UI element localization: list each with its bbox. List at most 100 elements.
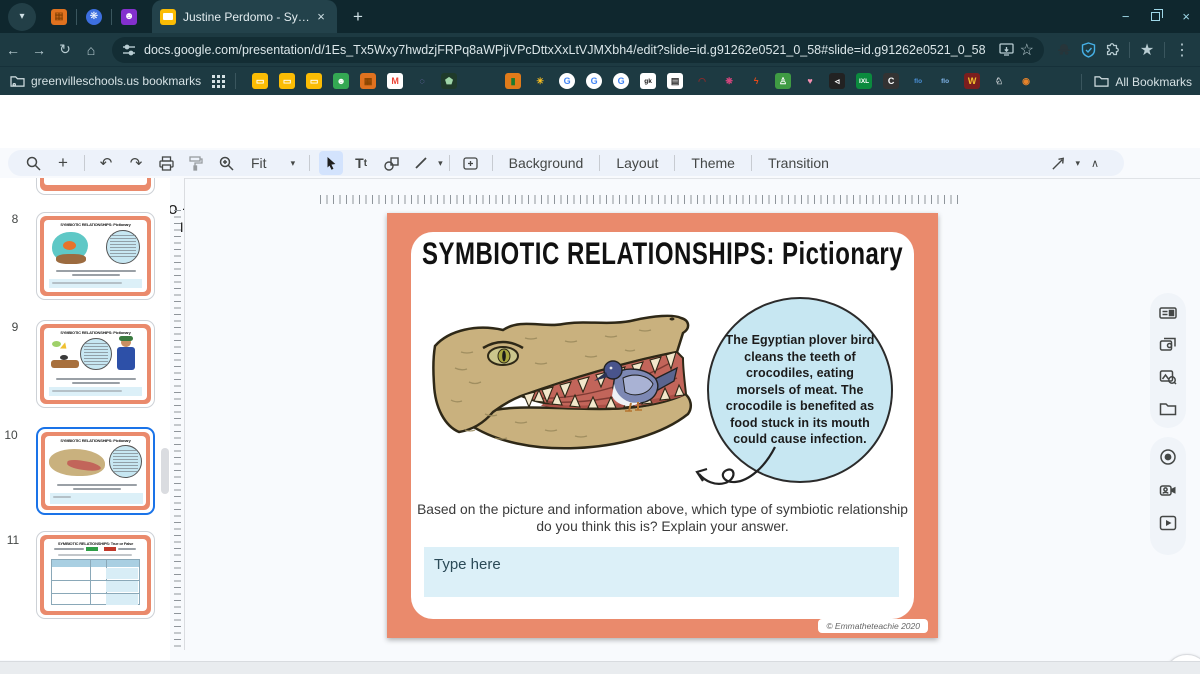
- active-tab[interactable]: Justine Perdomo - Symbiotic R ×: [152, 0, 337, 33]
- bookmark-purple-ring[interactable]: ◌: [414, 73, 430, 89]
- new-slide-icon[interactable]: +: [51, 151, 75, 175]
- line-caret-icon[interactable]: ▾: [438, 158, 443, 169]
- all-bookmarks[interactable]: All Bookmarks: [1075, 67, 1192, 96]
- reload-button[interactable]: ↻: [52, 37, 78, 63]
- record-icon[interactable]: [1158, 447, 1178, 467]
- print-icon[interactable]: [154, 151, 178, 175]
- bookmarks-folder-label[interactable]: greenvilleschools.us bookmarks: [31, 74, 201, 88]
- bookmark-flo-2[interactable]: flo: [937, 73, 953, 89]
- bookmark-flame[interactable]: ϟ: [748, 73, 764, 89]
- bookmark-unity[interactable]: ◃: [829, 73, 846, 89]
- bookmark-dark-c[interactable]: C: [883, 73, 900, 89]
- search-menus-icon[interactable]: [21, 151, 45, 175]
- pointer-caret-icon[interactable]: ▾: [1075, 158, 1080, 169]
- collapse-menus-icon[interactable]: ∧: [1083, 151, 1107, 175]
- bookmark-wf[interactable]: W: [964, 73, 981, 89]
- answer-textbox[interactable]: Type here: [424, 547, 899, 597]
- bookmark-figure[interactable]: ♘: [991, 73, 1007, 89]
- bookmark-bird[interactable]: ❋: [721, 73, 737, 89]
- insert-placeholder-icon[interactable]: [459, 151, 483, 175]
- line-tool-icon[interactable]: [409, 151, 433, 175]
- slide-10-thumbnail-selected[interactable]: SYMBIOTIC RELATIONSHIPS: Pictionary: [36, 427, 155, 515]
- bookmark-green-char[interactable]: ♙: [775, 73, 792, 89]
- layout-button[interactable]: Layout: [606, 153, 668, 173]
- home-button[interactable]: ⌂: [78, 37, 104, 63]
- crocodile-plover-illustration[interactable]: [425, 308, 700, 488]
- bookmark-pink-bear[interactable]: ♥: [802, 73, 818, 89]
- pinned-tab-hand[interactable]: ❋: [77, 0, 111, 33]
- bookmark-ixl[interactable]: IXL: [856, 73, 873, 89]
- zoom-select[interactable]: Fit: [241, 153, 277, 173]
- filmstrip-scrollbar[interactable]: [161, 448, 169, 494]
- bookmark-google-1[interactable]: G: [559, 73, 576, 89]
- bookmark-orange-green[interactable]: ▮: [505, 73, 522, 89]
- browser-menu-icon[interactable]: ⋮: [1170, 40, 1194, 60]
- back-button[interactable]: ←: [0, 37, 26, 63]
- extension-shield-icon[interactable]: [1076, 41, 1100, 58]
- bookmark-walmart[interactable]: ✳: [532, 73, 548, 89]
- close-button[interactable]: ×: [1182, 9, 1190, 24]
- apps-grid-icon[interactable]: [207, 74, 229, 88]
- minimize-button[interactable]: −: [1122, 9, 1130, 24]
- all-bookmarks-folder-icon: [1094, 76, 1109, 87]
- laser-pointer-icon[interactable]: [1046, 151, 1070, 175]
- bookmark-gmail[interactable]: M: [387, 73, 404, 89]
- forward-button[interactable]: →: [26, 37, 52, 63]
- zoom-caret-icon[interactable]: ▾: [291, 158, 296, 169]
- bookmark-star-icon[interactable]: ☆: [1020, 40, 1034, 60]
- slides-header: Justine Perdomo - Symbiotic Relationship…: [0, 95, 1200, 235]
- background-button[interactable]: Background: [499, 153, 594, 173]
- bookmark-printer[interactable]: ▤: [667, 73, 684, 89]
- new-tab-button[interactable]: +: [345, 4, 371, 30]
- bookmark-dark-arc[interactable]: ◠: [694, 73, 710, 89]
- folder-icon[interactable]: [1158, 399, 1178, 418]
- bookmark-classroom[interactable]: ☻: [333, 73, 350, 89]
- transition-button[interactable]: Transition: [758, 153, 839, 173]
- address-bar[interactable]: docs.google.com/presentation/d/1Es_Tx5Wx…: [112, 36, 1044, 63]
- restore-button[interactable]: [1151, 9, 1164, 21]
- bookmark-orange-pixel[interactable]: ▦: [360, 73, 377, 89]
- pinned-tab-contacts[interactable]: ☻: [112, 0, 146, 33]
- bookmark-dark-lock[interactable]: ⬟: [441, 73, 458, 89]
- squiggle-arrow: [695, 446, 776, 485]
- slide-number: 10: [4, 428, 18, 442]
- slide-title[interactable]: SYMBIOTIC RELATIONSHIPS: Pictionary: [387, 237, 938, 273]
- bookmark-slides-3[interactable]: ▭: [306, 73, 323, 89]
- bookmark-gk[interactable]: gk: [640, 73, 657, 89]
- mini-mosquito: [60, 355, 68, 360]
- slide-9-thumbnail[interactable]: SYMBIOTIC RELATIONSHIPS: Pictionary: [36, 320, 155, 408]
- tab-search-button[interactable]: ▾: [8, 2, 36, 31]
- extensions-puzzle-icon[interactable]: [1100, 42, 1124, 58]
- video-camera-icon[interactable]: [1158, 480, 1178, 500]
- photo-stack-icon[interactable]: [1158, 335, 1178, 354]
- pinned-extension-star-icon[interactable]: ★: [1135, 40, 1159, 60]
- slide-editor-page[interactable]: SYMBIOTIC RELATIONSHIPS: Pictionary The …: [387, 213, 938, 638]
- redo-icon[interactable]: ↷: [124, 151, 148, 175]
- bookmark-donut[interactable]: ◉: [1018, 73, 1034, 89]
- tab-close-icon[interactable]: ×: [313, 9, 329, 25]
- bookmark-slides-2[interactable]: ▭: [279, 73, 296, 89]
- zoom-icon[interactable]: [214, 151, 238, 175]
- pinned-tab-orange[interactable]: ▦: [42, 0, 76, 33]
- theme-button[interactable]: Theme: [681, 153, 745, 173]
- image-search-icon[interactable]: [1158, 367, 1178, 386]
- bookmark-flo-1[interactable]: flo: [910, 73, 926, 89]
- slide-7-thumbnail-partial[interactable]: [36, 178, 155, 195]
- install-app-icon[interactable]: [999, 42, 1014, 57]
- shapes-icon[interactable]: [379, 151, 403, 175]
- bookmark-slides-1[interactable]: ▭: [252, 73, 269, 89]
- extension-incognito-icon[interactable]: [1052, 42, 1076, 58]
- question-text[interactable]: Based on the picture and information abo…: [397, 501, 928, 535]
- bookmark-google-2[interactable]: G: [586, 73, 603, 89]
- paint-format-icon[interactable]: [184, 151, 208, 175]
- bookmarks-folder-icon[interactable]: [10, 75, 25, 88]
- slide-11-thumbnail[interactable]: SYMBIOTIC RELATIONSHIPS: True or False: [36, 531, 155, 619]
- list-card-icon[interactable]: [1158, 303, 1178, 322]
- bookmark-google-3[interactable]: G: [613, 73, 630, 89]
- select-tool-icon[interactable]: [319, 151, 344, 175]
- site-settings-icon[interactable]: [122, 43, 136, 57]
- play-icon[interactable]: [1158, 513, 1178, 533]
- text-box-icon[interactable]: Tt: [349, 151, 373, 175]
- slide-8-thumbnail[interactable]: SYMBIOTIC RELATIONSHIPS: Pictionary: [36, 212, 155, 300]
- undo-icon[interactable]: ↶: [94, 151, 118, 175]
